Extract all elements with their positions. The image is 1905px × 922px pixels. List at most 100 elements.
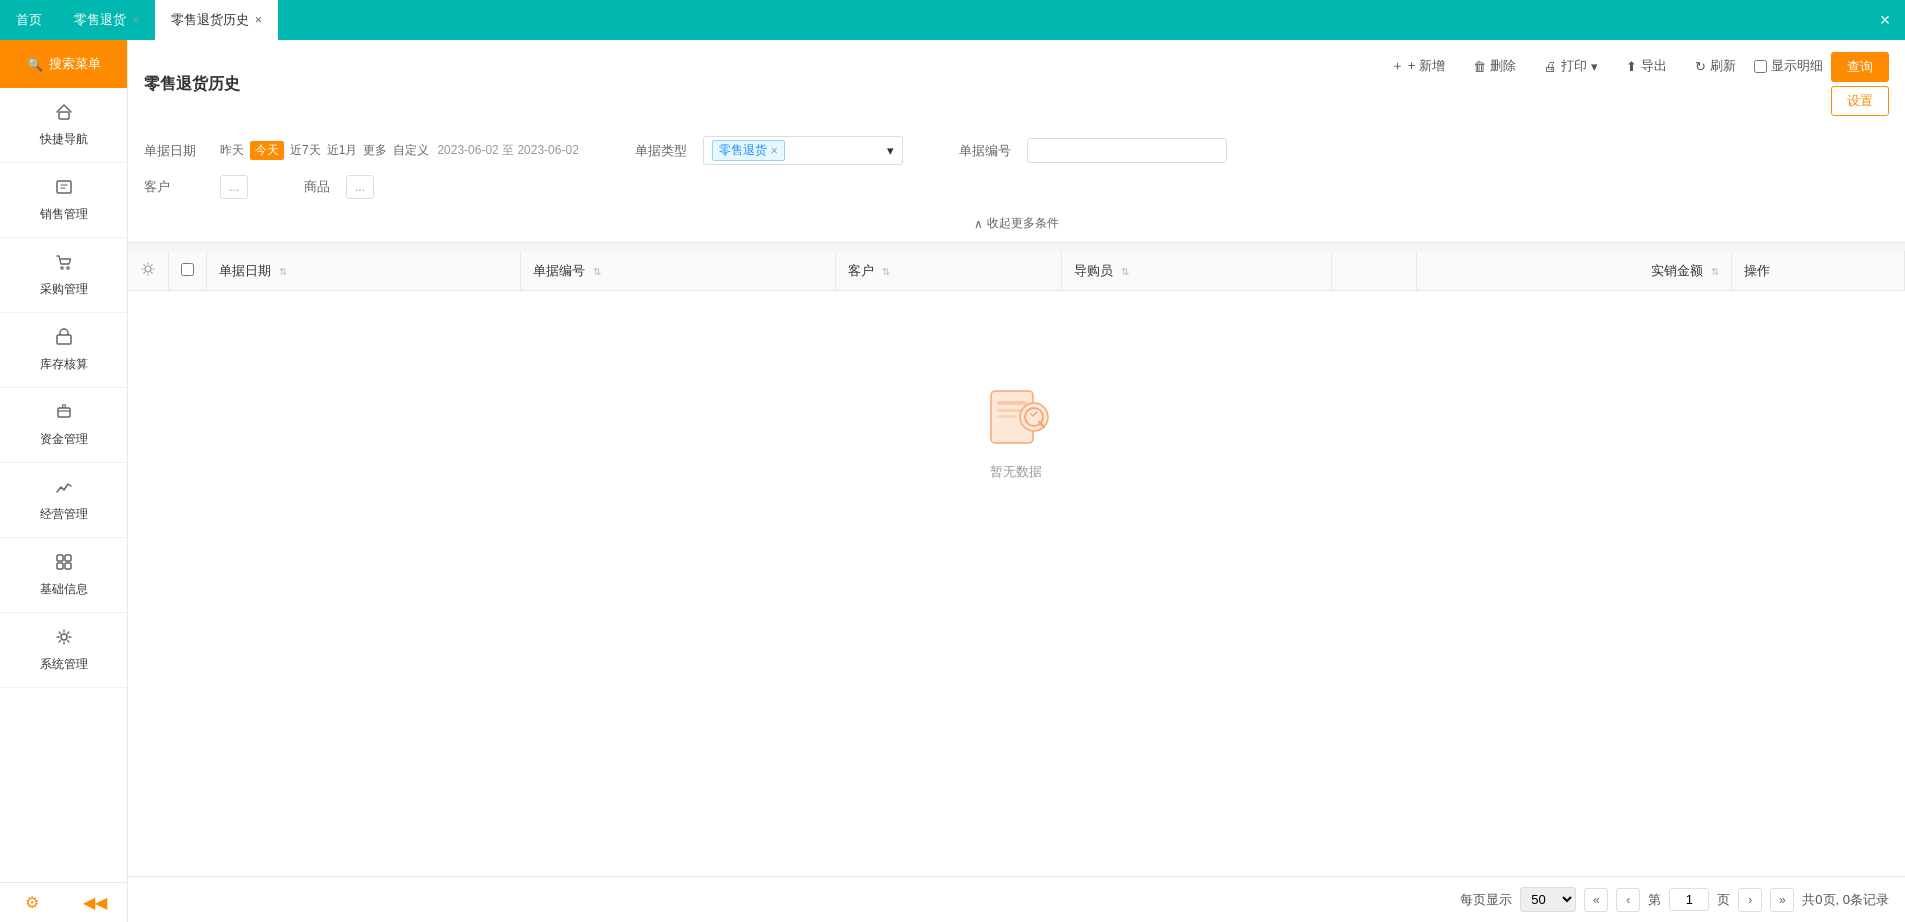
main-layout: 🔍 搜索菜单 快捷导航 销售管理 采购管理 库存核算 <box>0 40 1905 922</box>
delete-label: 删除 <box>1490 57 1516 75</box>
svg-rect-14 <box>997 401 1027 405</box>
th-date[interactable]: 单据日期 ⇅ <box>207 251 521 291</box>
sidebar-item-basic-info[interactable]: 基础信息 <box>0 538 127 613</box>
sidebar-inventory-label: 库存核算 <box>40 356 88 373</box>
next-page-button[interactable]: › <box>1738 888 1762 912</box>
sidebar-item-quick-nav[interactable]: 快捷导航 <box>0 88 127 163</box>
date-filter-label: 单据日期 <box>144 142 204 160</box>
date-link-custom[interactable]: 自定义 <box>393 142 429 159</box>
display-checkbox[interactable] <box>1754 60 1767 73</box>
svg-rect-4 <box>57 335 71 344</box>
date-link-yesterday[interactable]: 昨天 <box>220 142 244 159</box>
svg-point-11 <box>61 634 67 640</box>
export-label: 导出 <box>1641 57 1667 75</box>
svg-point-2 <box>60 267 62 269</box>
sidebar-operations-label: 经营管理 <box>40 506 88 523</box>
voucher-type-tag-close[interactable]: × <box>771 144 778 158</box>
customer-filter-label: 客户 <box>144 178 204 196</box>
tab-list: 首页 零售退货 × 零售退货历史 × <box>0 0 1865 40</box>
collapse-button[interactable]: ∧ 收起更多条件 <box>144 209 1889 242</box>
sidebar-item-system[interactable]: 系统管理 <box>0 613 127 688</box>
voucher-type-dropdown-icon: ▾ <box>887 143 894 158</box>
voucher-type-tag-label: 零售退货 <box>719 142 767 159</box>
svg-point-6 <box>62 405 65 408</box>
svg-rect-9 <box>57 563 63 569</box>
filter-row-date: 单据日期 昨天 今天 近7天 近1月 更多 自定义 2023-06-02 至 2… <box>144 136 1889 165</box>
prev-page-button[interactable]: ‹ <box>1616 888 1640 912</box>
empty-area: 暂无数据 <box>128 291 1905 561</box>
sidebar-item-finance[interactable]: 资金管理 <box>0 388 127 463</box>
data-table: 单据日期 ⇅ 单据编号 ⇅ 客户 ⇅ 导购员 ⇅ <box>128 251 1905 561</box>
th-guide-sort: ⇅ <box>1121 266 1129 277</box>
display-toggle[interactable]: 显示明细 <box>1754 57 1823 75</box>
date-link-today[interactable]: 今天 <box>250 141 284 160</box>
per-page-label: 每页显示 <box>1460 891 1512 909</box>
sidebar-item-inventory[interactable]: 库存核算 <box>0 313 127 388</box>
operations-icon <box>54 477 74 502</box>
tab-retail-return-history-close[interactable]: × <box>255 13 262 27</box>
new-button[interactable]: ＋ + 新增 <box>1381 52 1455 80</box>
export-button[interactable]: ⬆ 导出 <box>1616 52 1677 80</box>
empty-illustration <box>976 371 1056 451</box>
delete-icon: 🗑 <box>1473 59 1486 74</box>
th-customer-label: 客户 <box>848 263 874 278</box>
tab-retail-return-label: 零售退货 <box>74 11 126 29</box>
first-page-button[interactable]: « <box>1584 888 1608 912</box>
date-link-7days[interactable]: 近7天 <box>290 142 321 159</box>
tab-retail-return[interactable]: 零售退货 × <box>58 0 155 40</box>
voucher-no-label: 单据编号 <box>959 142 1011 160</box>
last-page-button[interactable]: » <box>1770 888 1794 912</box>
sidebar-item-sales[interactable]: 销售管理 <box>0 163 127 238</box>
print-button[interactable]: 🖨 打印 ▾ <box>1534 52 1608 80</box>
svg-rect-0 <box>59 112 69 119</box>
display-label: 显示明细 <box>1771 57 1823 75</box>
sidebar-search[interactable]: 🔍 搜索菜单 <box>0 40 127 88</box>
select-all-checkbox[interactable] <box>181 263 194 276</box>
new-label: + 新增 <box>1408 57 1445 75</box>
per-page-select[interactable]: 50 10 20 100 <box>1520 887 1576 912</box>
date-link-1month[interactable]: 近1月 <box>327 142 358 159</box>
voucher-type-select[interactable]: 零售退货 × ▾ <box>703 136 903 165</box>
tab-home-label: 首页 <box>16 11 42 29</box>
sidebar-settings-button[interactable]: ⚙ <box>0 883 64 922</box>
window-close-button[interactable]: × <box>1865 0 1905 40</box>
page-unit: 页 <box>1717 891 1730 909</box>
th-amount[interactable]: 实销金额 ⇅ <box>1417 251 1731 291</box>
page-input[interactable] <box>1669 888 1709 911</box>
th-settings[interactable] <box>128 251 169 291</box>
setting-button[interactable]: 设置 <box>1831 86 1889 116</box>
print-dropdown-icon: ▾ <box>1591 59 1598 74</box>
th-guide[interactable]: 导购员 ⇅ <box>1062 251 1332 291</box>
page-title: 零售退货历史 <box>144 74 240 95</box>
th-guide-label: 导购员 <box>1074 263 1113 278</box>
sidebar-speaker-button[interactable]: ◀◀ <box>64 883 128 922</box>
voucher-type-label: 单据类型 <box>635 142 687 160</box>
tab-retail-return-history[interactable]: 零售退货历史 × <box>155 0 278 40</box>
th-date-sort: ⇅ <box>279 266 287 277</box>
tab-retail-return-close[interactable]: × <box>132 13 139 27</box>
voucher-no-input[interactable] <box>1027 138 1227 163</box>
th-customer[interactable]: 客户 ⇅ <box>835 251 1061 291</box>
search-icon: 🔍 <box>27 57 43 72</box>
delete-button[interactable]: 🗑 删除 <box>1463 52 1526 80</box>
th-no[interactable]: 单据编号 ⇅ <box>521 251 835 291</box>
sidebar-item-purchase[interactable]: 采购管理 <box>0 238 127 313</box>
tab-home[interactable]: 首页 <box>0 0 58 40</box>
sidebar-item-operations[interactable]: 经营管理 <box>0 463 127 538</box>
goods-input[interactable]: ... <box>346 175 374 199</box>
table-container: 单据日期 ⇅ 单据编号 ⇅ 客户 ⇅ 导购员 ⇅ <box>128 251 1905 876</box>
query-button[interactable]: 查询 <box>1831 52 1889 82</box>
th-checkbox[interactable] <box>169 251 207 291</box>
th-date-label: 单据日期 <box>219 263 271 278</box>
date-link-more[interactable]: 更多 <box>363 142 387 159</box>
customer-input[interactable]: ... <box>220 175 248 199</box>
th-customer-sort: ⇅ <box>882 266 890 277</box>
th-amount-sort: ⇅ <box>1711 266 1719 277</box>
inventory-icon <box>54 327 74 352</box>
sidebar-finance-label: 资金管理 <box>40 431 88 448</box>
th-no-label: 单据编号 <box>533 263 585 278</box>
refresh-button[interactable]: ↻ 刷新 <box>1685 52 1746 80</box>
filter-row-customer: 客户 ... 商品 ... <box>144 175 1889 199</box>
sales-icon <box>54 177 74 202</box>
empty-text: 暂无数据 <box>990 463 1042 481</box>
